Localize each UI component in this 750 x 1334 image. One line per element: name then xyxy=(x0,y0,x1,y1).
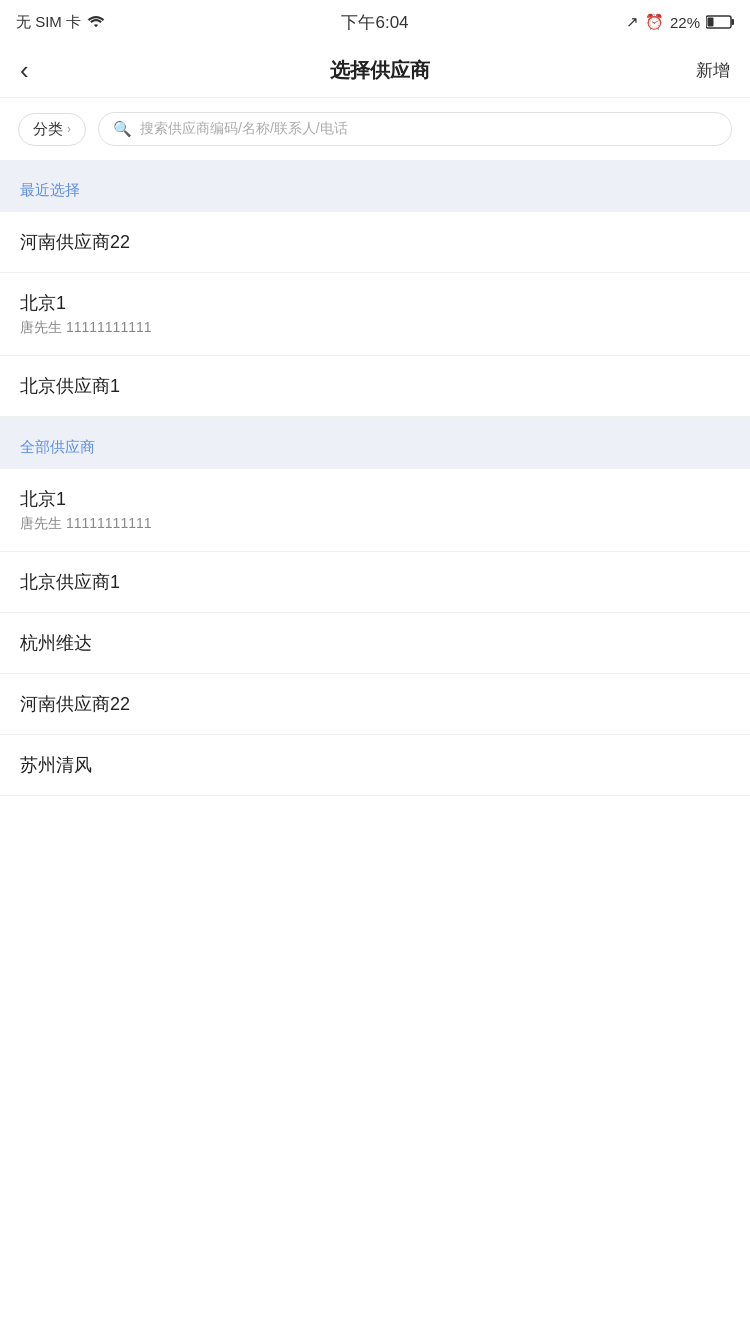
list-item[interactable]: 苏州清风 xyxy=(0,735,750,796)
list-item[interactable]: 北京供应商1 xyxy=(0,552,750,613)
battery-level: 22% xyxy=(670,14,700,31)
list-item[interactable]: 杭州维达 xyxy=(0,613,750,674)
list-item[interactable]: 河南供应商22 xyxy=(0,212,750,273)
chevron-right-icon: › xyxy=(67,122,71,136)
recent-section-label: 最近选择 xyxy=(20,181,80,198)
recent-items-list: 河南供应商22 北京1 唐先生 11111111111 北京供应商1 xyxy=(0,212,750,417)
add-button[interactable]: 新增 xyxy=(696,59,730,82)
list-item[interactable]: 北京1 唐先生 11111111111 xyxy=(0,273,750,356)
svg-rect-2 xyxy=(708,18,714,27)
item-name: 河南供应商22 xyxy=(20,230,730,254)
battery-icon xyxy=(706,15,734,29)
category-label: 分类 xyxy=(33,120,63,139)
location-icon: ↗ xyxy=(626,13,639,31)
item-detail: 唐先生 11111111111 xyxy=(20,515,730,533)
list-item[interactable]: 北京供应商1 xyxy=(0,356,750,417)
sim-status: 无 SIM 卡 xyxy=(16,13,81,32)
alarm-icon: ⏰ xyxy=(645,13,664,31)
search-icon: 🔍 xyxy=(113,120,132,138)
category-filter-button[interactable]: 分类 › xyxy=(18,113,86,146)
filter-bar: 分类 › 🔍 搜索供应商编码/名称/联系人/电话 xyxy=(0,98,750,160)
status-left: 无 SIM 卡 xyxy=(16,13,105,32)
nav-bar: ‹ 选择供应商 新增 xyxy=(0,44,750,98)
svg-rect-1 xyxy=(732,19,735,25)
search-placeholder: 搜索供应商编码/名称/联系人/电话 xyxy=(140,120,348,138)
item-name: 河南供应商22 xyxy=(20,692,730,716)
all-section-header: 全部供应商 xyxy=(0,417,750,469)
status-right: ↗ ⏰ 22% xyxy=(626,13,734,31)
wifi-icon xyxy=(87,15,105,29)
all-items-list: 北京1 唐先生 11111111111 北京供应商1 杭州维达 河南供应商22 … xyxy=(0,469,750,796)
list-item[interactable]: 北京1 唐先生 11111111111 xyxy=(0,469,750,552)
item-name: 北京供应商1 xyxy=(20,570,730,594)
item-detail: 唐先生 11111111111 xyxy=(20,319,730,337)
back-button[interactable]: ‹ xyxy=(20,55,64,86)
recent-section-header: 最近选择 xyxy=(0,160,750,212)
item-name: 杭州维达 xyxy=(20,631,730,655)
item-name: 北京1 xyxy=(20,291,730,315)
item-name: 北京供应商1 xyxy=(20,374,730,398)
all-section-label: 全部供应商 xyxy=(20,438,95,455)
list-item[interactable]: 河南供应商22 xyxy=(0,674,750,735)
search-box[interactable]: 🔍 搜索供应商编码/名称/联系人/电话 xyxy=(98,112,732,146)
status-time: 下午6:04 xyxy=(341,11,408,34)
item-name: 北京1 xyxy=(20,487,730,511)
status-bar: 无 SIM 卡 下午6:04 ↗ ⏰ 22% xyxy=(0,0,750,44)
item-name: 苏州清风 xyxy=(20,753,730,777)
page-title: 选择供应商 xyxy=(330,57,430,84)
